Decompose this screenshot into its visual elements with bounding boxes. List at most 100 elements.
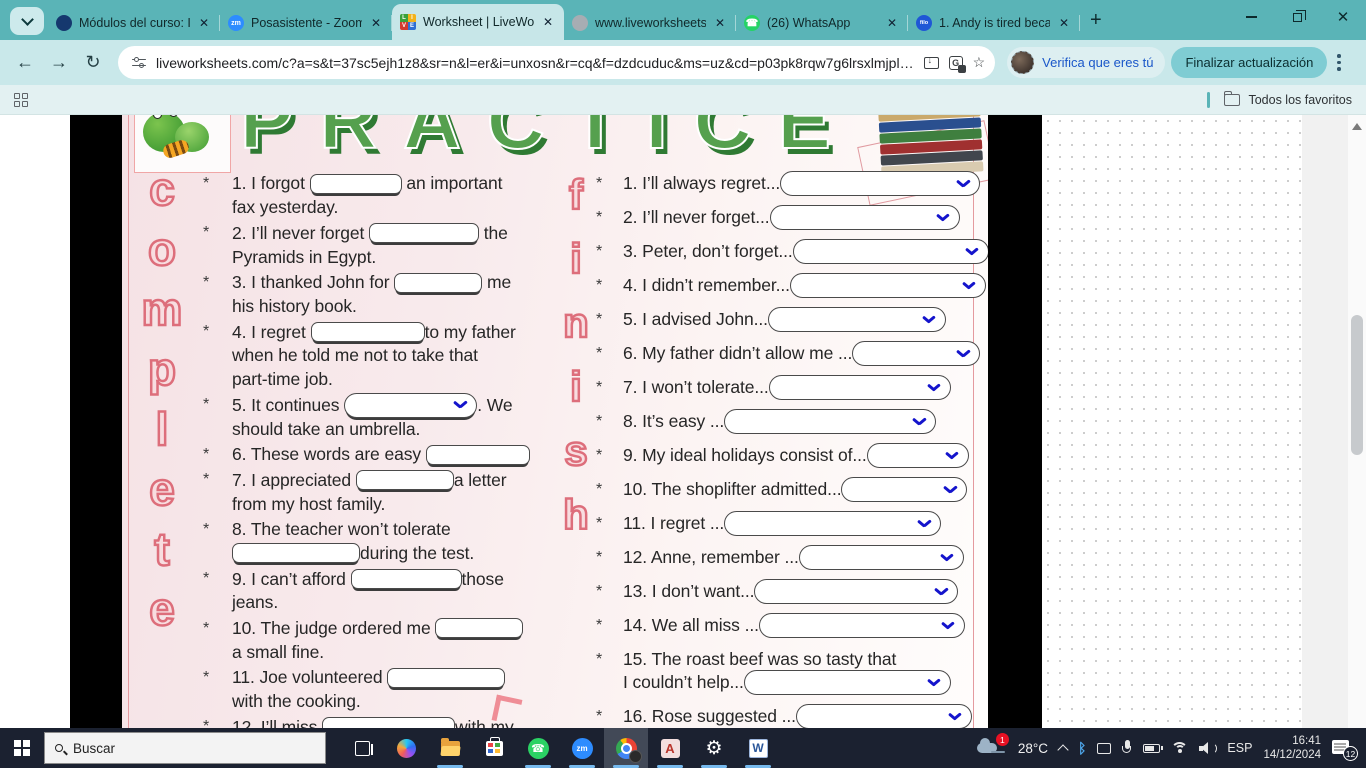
answer-select[interactable] (841, 477, 968, 502)
menu-kebab-icon[interactable] (1337, 54, 1341, 71)
asterisk: * (203, 396, 210, 414)
tab-close-icon[interactable]: ✕ (368, 16, 384, 30)
temperature-label[interactable]: 28°C (1018, 741, 1048, 756)
scrollbar-thumb[interactable] (1351, 315, 1363, 455)
tab-6[interactable]: filo 1. Andy is tired becau ✕ (908, 6, 1080, 40)
answer-select[interactable] (866, 443, 969, 468)
zoom-icon: zm (571, 737, 593, 759)
chevron-down-icon (941, 621, 955, 631)
translate-icon[interactable]: G (948, 55, 966, 73)
wifi-icon[interactable] (1171, 741, 1189, 755)
answer-select[interactable] (852, 341, 981, 366)
bubble-letter: p (147, 343, 178, 395)
site-settings-icon[interactable] (132, 56, 148, 70)
back-button[interactable]: ← (10, 48, 40, 78)
bluetooth-icon[interactable]: ᛒ (1078, 740, 1086, 756)
volume-icon[interactable] (1199, 741, 1218, 755)
restore-button[interactable] (1274, 0, 1320, 34)
microsoft-store-button[interactable] (472, 728, 516, 768)
scroll-up-arrow-icon[interactable] (1352, 123, 1362, 130)
vertical-scrollbar[interactable] (1348, 115, 1366, 728)
tab-close-icon[interactable]: ✕ (1056, 16, 1072, 30)
cast-icon[interactable] (1097, 742, 1112, 754)
bookmark-star-icon[interactable]: ☆ (973, 54, 986, 71)
answer-blank-input[interactable] (350, 569, 462, 590)
tab-5[interactable]: ☎ (26) WhatsApp ✕ (736, 6, 908, 40)
tab-close-icon[interactable]: ✕ (540, 15, 556, 29)
tab-search-button[interactable] (10, 7, 44, 35)
answer-select[interactable] (724, 409, 937, 434)
whatsapp-button[interactable]: ☎ (516, 728, 560, 768)
address-bar[interactable]: liveworksheets.com/c?a=s&t=37sc5ejh1z8&s… (118, 46, 996, 79)
date-label: 14/12/2024 (1263, 749, 1321, 761)
tray-overflow-chevron[interactable] (1057, 744, 1069, 756)
answer-select[interactable] (767, 307, 946, 332)
autocad-button[interactable]: A (648, 728, 692, 768)
answer-select[interactable] (798, 545, 964, 570)
word-button[interactable]: W (736, 728, 780, 768)
clock[interactable]: 16:41 14/12/2024 (1263, 734, 1321, 762)
answer-blank-input[interactable] (322, 717, 456, 728)
answer-blank-input[interactable] (425, 444, 530, 465)
bubble-letter: e (148, 583, 176, 635)
start-button[interactable] (0, 728, 44, 768)
answer-select[interactable] (754, 579, 959, 604)
answer-blank-input[interactable] (309, 173, 402, 194)
zoom-button[interactable]: zm (560, 728, 604, 768)
tab-2[interactable]: zm Posasistente - Zoom ✕ (220, 6, 392, 40)
answer-blank-input[interactable] (394, 272, 483, 293)
finish-update-button[interactable]: Finalizar actualización (1171, 47, 1328, 78)
answer-select[interactable] (743, 670, 951, 695)
install-icon[interactable] (923, 55, 939, 69)
tab-4[interactable]: www.liveworksheets.c ✕ (564, 6, 736, 40)
answer-select[interactable] (768, 375, 951, 400)
answer-select[interactable] (792, 239, 988, 264)
weather-widget[interactable]: 1 (976, 733, 1009, 759)
chrome-button[interactable] (604, 728, 648, 768)
globe-favicon (572, 15, 588, 31)
verify-profile-chip[interactable]: Verifica que eres tú (1007, 47, 1166, 78)
answer-select[interactable] (769, 205, 960, 230)
notification-count-badge: 12 (1343, 746, 1358, 761)
answer-blank-input[interactable] (387, 667, 506, 688)
answer-blank-input[interactable] (369, 223, 479, 244)
microphone-icon[interactable] (1122, 740, 1132, 756)
close-button[interactable]: ✕ (1320, 0, 1366, 34)
forward-button[interactable]: → (44, 48, 74, 78)
copilot-button[interactable] (384, 728, 428, 768)
answer-blank-input[interactable] (310, 322, 425, 343)
minimize-button[interactable] (1228, 0, 1274, 34)
sentence-text: those (461, 568, 504, 589)
tab-3[interactable]: L I V E Worksheet | LiveWork ✕ (392, 4, 564, 40)
worksheet-item-right-8: * 8. It’s easy ... (596, 409, 988, 434)
settings-button[interactable]: ⚙ (692, 728, 736, 768)
zoom-favicon: zm (228, 15, 244, 31)
apps-grid-icon[interactable] (14, 92, 28, 107)
tab-close-icon[interactable]: ✕ (712, 16, 728, 30)
answer-blank-input[interactable] (435, 618, 524, 639)
all-bookmarks[interactable]: Todos los favoritos (1207, 90, 1352, 108)
notification-center-button[interactable]: 12 (1332, 738, 1358, 761)
answer-blank-input[interactable] (232, 543, 360, 564)
tab-close-icon[interactable]: ✕ (884, 16, 900, 30)
tab-close-icon[interactable]: ✕ (196, 16, 212, 30)
answer-select[interactable] (789, 273, 986, 298)
sentence-text: during the test. (360, 542, 475, 563)
tab-1[interactable]: Módulos del curso: IN ✕ (48, 6, 220, 40)
sentence-text: 13. I don’t want... (623, 581, 755, 601)
answer-blank-input[interactable] (355, 470, 454, 491)
new-tab-button[interactable]: + (1090, 9, 1102, 32)
answer-select[interactable] (344, 392, 478, 418)
taskbar-search-input[interactable]: Buscar (44, 732, 326, 764)
answer-select[interactable] (758, 613, 965, 638)
reload-button[interactable]: ↻ (78, 48, 108, 78)
sentence-text: 6. My father didn’t allow me ... (623, 343, 853, 363)
sentence-text: when he told me not to take that (232, 345, 478, 366)
answer-select[interactable] (795, 704, 972, 728)
battery-icon[interactable] (1143, 743, 1164, 753)
task-view-button[interactable] (340, 728, 384, 768)
answer-select[interactable] (724, 511, 942, 536)
file-explorer-button[interactable] (428, 728, 472, 768)
keyboard-language[interactable]: ESP (1227, 741, 1252, 755)
answer-select[interactable] (780, 171, 981, 196)
